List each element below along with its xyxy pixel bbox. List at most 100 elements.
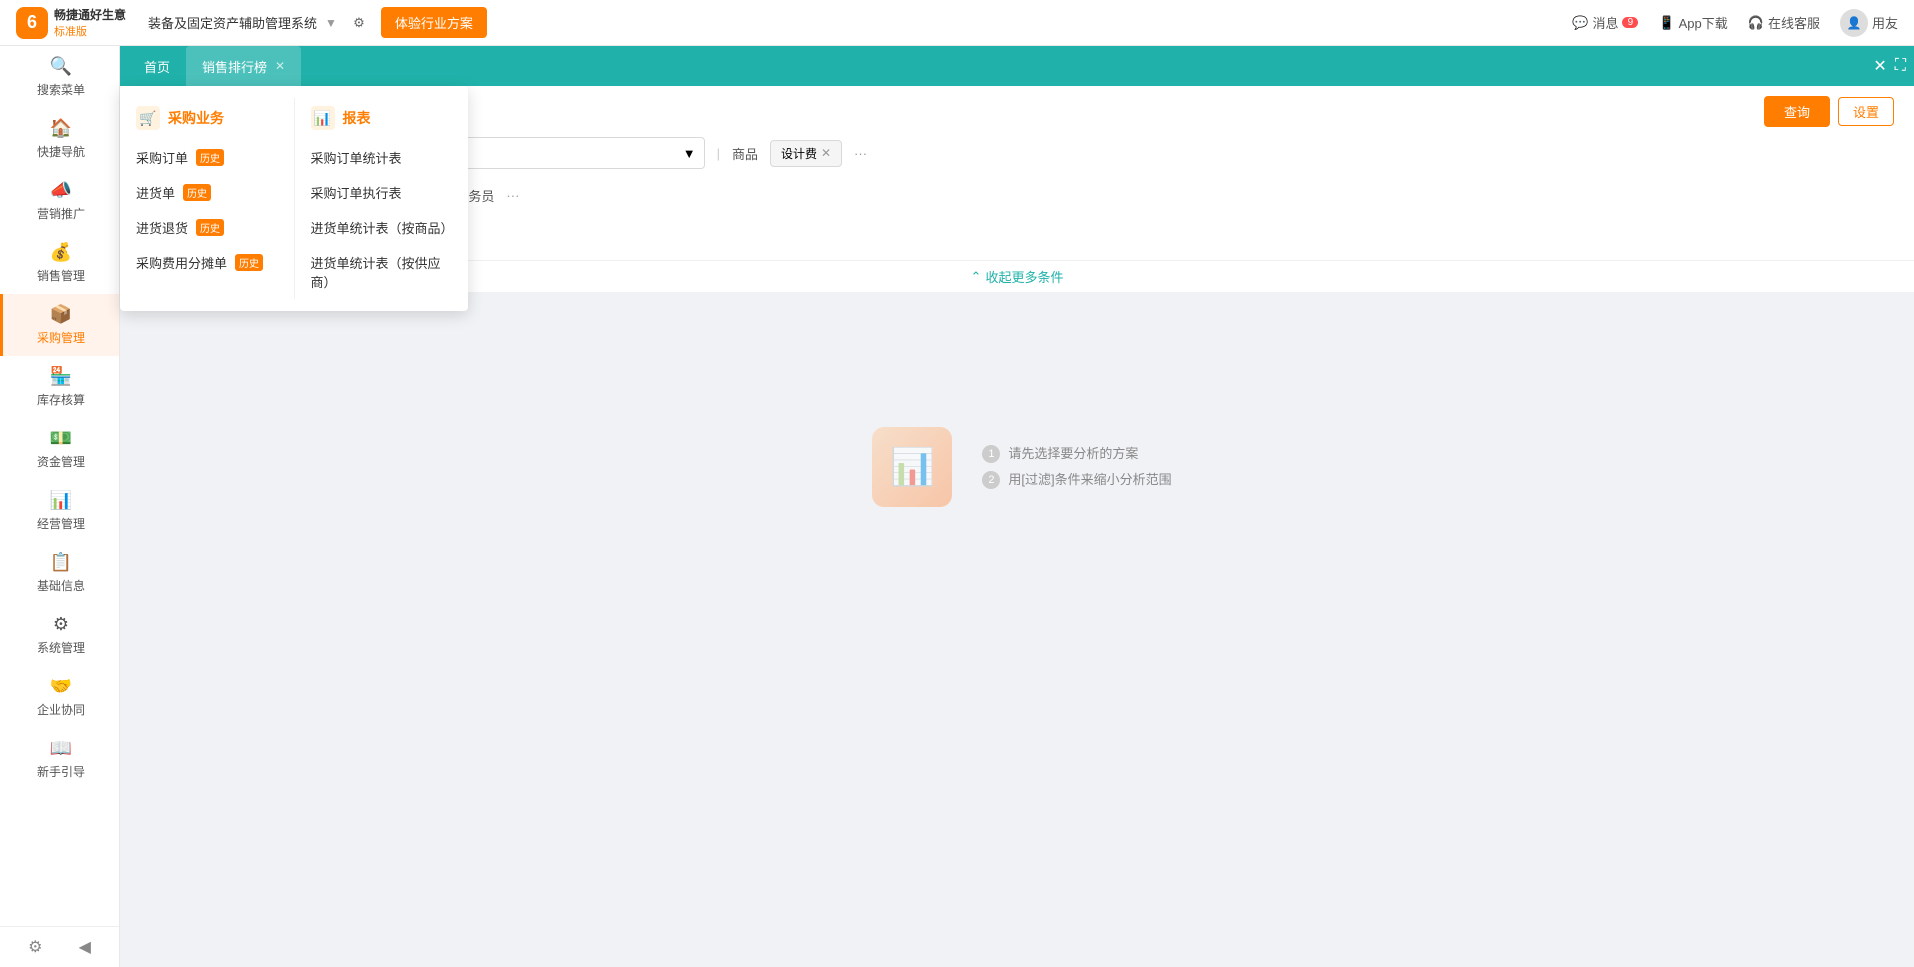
empty-tips: 1 请先选择要分析的方案 2 用[过滤]条件来缩小分析范围	[982, 441, 1171, 493]
navigation-label: 快捷导航	[37, 143, 85, 160]
header-right: 💬 消息 9 📱 App下载 🎧 在线客服 👤 用友	[1572, 9, 1898, 37]
report-menu-item[interactable]: 进货单统计表（按商品）	[311, 210, 453, 245]
sidebar-item-operation[interactable]: 📊 经营管理	[0, 480, 119, 542]
marketing-icon: 📣	[50, 180, 72, 201]
online-service-button[interactable]: 🎧 在线客服	[1748, 13, 1820, 32]
sidebar-item-purchase[interactable]: 📦 采购管理	[0, 294, 119, 356]
purchase-icon: 🛒	[136, 106, 160, 130]
report-menu-item[interactable]: 采购订单统计表	[311, 140, 453, 175]
sidebar-item-basic[interactable]: 📋 基础信息	[0, 542, 119, 604]
top-header: 6 畅捷通好生意 标准版 装备及固定资产辅助管理系统 ▼ ⚙ 体验行业方案 💬 …	[0, 0, 1914, 46]
sidebar-item-sales[interactable]: 💰 销售管理	[0, 232, 119, 294]
tip-num-1: 1	[982, 445, 1000, 463]
purchase-menu-item[interactable]: 采购订单历史	[136, 140, 278, 175]
sidebar-item-search[interactable]: 🔍搜索菜单	[0, 46, 119, 108]
tab-bar-right: ✕ ⛶	[1873, 56, 1906, 76]
sales-ranking-tab-label: 销售排行榜	[202, 57, 267, 76]
product-more-icon[interactable]: ···	[854, 146, 867, 161]
purchase-items-list: 采购订单历史进货单历史进货退货历史采购费用分摊单历史	[136, 140, 278, 280]
menu-item-label: 采购费用分摊单	[136, 253, 227, 272]
dropdown-arrow-icon[interactable]: ▼	[325, 16, 337, 30]
sales-label: 销售管理	[37, 267, 85, 284]
inventory-icon: 🏪	[50, 366, 72, 387]
avatar: 👤	[1840, 9, 1868, 37]
select-arrow-icon: ▼	[683, 146, 696, 161]
report-column-header: 📊 报表	[311, 98, 453, 140]
salesperson-more-icon[interactable]: ···	[506, 188, 519, 203]
cooperation-icon: 🤝	[50, 676, 72, 697]
notification-button[interactable]: 💬 消息 9	[1572, 13, 1638, 32]
purchase-icon: 📦	[50, 304, 72, 325]
menu-item-label: 采购订单统计表	[311, 148, 402, 167]
settings-icon[interactable]: ⚙	[345, 9, 373, 37]
tab-home[interactable]: 首页	[128, 46, 186, 86]
purchase-menu-item[interactable]: 进货单历史	[136, 175, 278, 210]
marketing-label: 营销推广	[37, 205, 85, 222]
sidebar-collapse-icon[interactable]: ◀	[79, 937, 91, 957]
sidebar-item-inventory[interactable]: 🏪 库存核算	[0, 356, 119, 418]
finance-icon: 💵	[50, 428, 72, 449]
tab-fullscreen-icon[interactable]: ⛶	[1895, 57, 1906, 75]
header-middle: 装备及固定资产辅助管理系统 ▼ ⚙ 体验行业方案	[136, 7, 1572, 38]
empty-illustration: 📊	[862, 417, 962, 517]
sidebar-items: 🔍搜索菜单 🏠 快捷导航 📣 营销推广 💰 销售管理 📦 采购管理 🏪 库存核算 💵资金管理 📊 经营管理…	[0, 46, 119, 790]
report-menu-item[interactable]: 进货单统计表（按供应商）	[311, 245, 453, 299]
logo-area: 6 畅捷通好生意 标准版	[16, 6, 136, 39]
inventory-label: 库存核算	[37, 391, 85, 408]
operation-label: 经营管理	[37, 515, 85, 532]
sidebar: 🔍搜索菜单 🏠 快捷导航 📣 营销推广 💰 销售管理 📦 采购管理 🏪 库存核算 💵资金管理 📊 经营管理…	[0, 46, 120, 967]
purchase-menu-item[interactable]: 采购费用分摊单历史	[136, 245, 278, 280]
tab-close-window-icon[interactable]: ✕	[1873, 56, 1886, 76]
history-badge: 历史	[235, 254, 263, 271]
message-icon: 💬	[1572, 15, 1588, 31]
history-badge: 历史	[183, 184, 211, 201]
guide-label: 新手引导	[37, 763, 85, 780]
sidebar-item-marketing[interactable]: 📣 营销推广	[0, 170, 119, 232]
history-badge: 历史	[196, 219, 224, 236]
navigation-icon: 🏠	[50, 118, 72, 139]
industry-button[interactable]: 体验行业方案	[381, 7, 487, 38]
menu-item-label: 进货单统计表（按供应商）	[311, 253, 453, 291]
report-items-list: 采购订单统计表采购订单执行表进货单统计表（按商品） 进货单统计表（按供应商）	[311, 140, 453, 299]
notification-badge: 9	[1622, 17, 1638, 28]
report-menu-item[interactable]: 采购订单执行表	[311, 175, 453, 210]
user-menu-button[interactable]: 👤 用友	[1840, 9, 1898, 37]
tab-close-icon[interactable]: ✕	[275, 59, 285, 73]
app-download-button[interactable]: 📱 App下载	[1658, 13, 1727, 32]
sales-icon: 💰	[50, 242, 72, 263]
home-tab-label: 首页	[144, 57, 170, 76]
sidebar-settings-icon[interactable]: ⚙	[28, 937, 42, 957]
sidebar-item-system[interactable]: ⚙ 系统管理	[0, 604, 119, 666]
tab-sales-ranking[interactable]: 销售排行榜 ✕	[186, 46, 301, 86]
sidebar-item-cooperation[interactable]: 🤝企业协同	[0, 666, 119, 728]
purchase-business-column: 🛒 采购业务 采购订单历史进货单历史进货退货历史采购费用分摊单历史	[120, 98, 294, 299]
phone-icon: 📱	[1658, 15, 1674, 31]
menu-item-label: 进货单	[136, 183, 175, 202]
sidebar-item-guide[interactable]: 📖新手引导	[0, 728, 119, 790]
empty-tip-1: 1 请先选择要分析的方案	[982, 441, 1171, 467]
product-tag-close[interactable]: ✕	[821, 146, 831, 160]
purchase-menu-item[interactable]: 进货退货历史	[136, 210, 278, 245]
tip-num-2: 2	[982, 471, 1000, 489]
search-icon: 🔍	[50, 56, 72, 77]
basic-icon: 📋	[50, 552, 72, 573]
system-icon: ⚙	[53, 614, 69, 635]
system-label: 系统管理	[37, 639, 85, 656]
menu-item-label: 进货单统计表（按商品）	[311, 218, 453, 237]
sidebar-item-finance[interactable]: 💵资金管理	[0, 418, 119, 480]
logo-text: 畅捷通好生意 标准版	[54, 6, 126, 39]
basic-label: 基础信息	[37, 577, 85, 594]
query-button[interactable]: 查询	[1764, 96, 1830, 127]
purchase-label: 采购管理	[37, 329, 85, 346]
tab-bar: 首页 销售排行榜 ✕ ✕ ⛶	[120, 46, 1914, 86]
purchase-column-header: 🛒 采购业务	[136, 98, 278, 140]
system-title: 装备及固定资产辅助管理系统	[148, 13, 317, 32]
operation-icon: 📊	[50, 490, 72, 511]
sidebar-item-navigation[interactable]: 🏠 快捷导航	[0, 108, 119, 170]
headset-icon: 🎧	[1748, 15, 1764, 31]
purchase-dropdown-menu: 🛒 采购业务 采购订单历史进货单历史进货退货历史采购费用分摊单历史 📊 报表 采…	[120, 86, 468, 311]
history-badge: 历史	[196, 149, 224, 166]
set-button[interactable]: 设置	[1838, 97, 1894, 126]
empty-state: 📊 1 请先选择要分析的方案 2 用[过滤]条件来缩小分析范围	[120, 292, 1914, 642]
menu-item-label: 采购订单执行表	[311, 183, 402, 202]
